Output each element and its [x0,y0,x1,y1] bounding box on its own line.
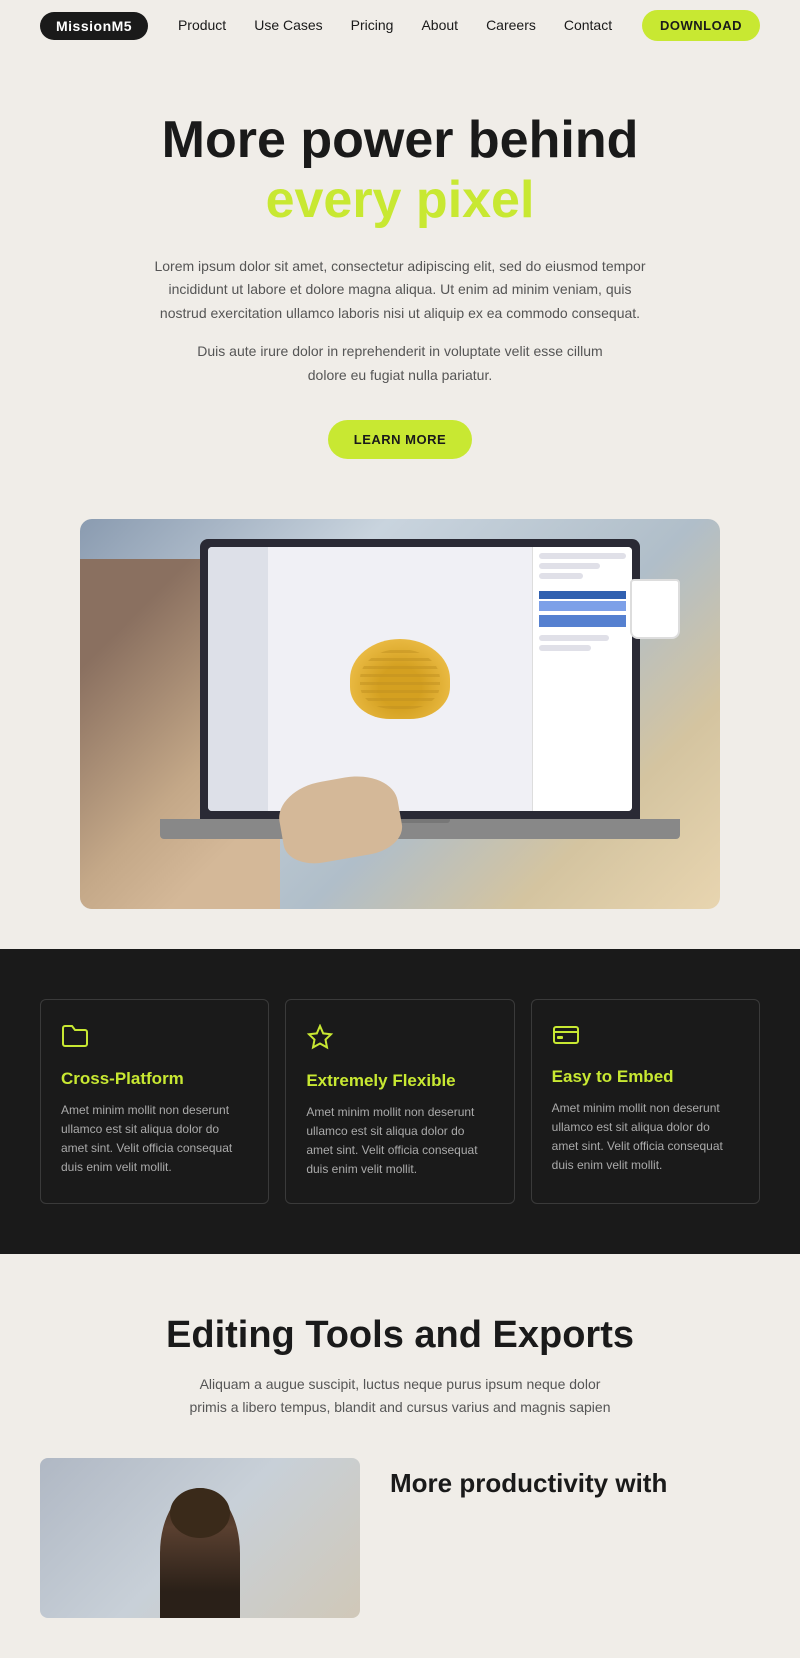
feature-card-cross-platform: Cross-Platform Amet minim mollit non des… [40,999,269,1205]
hero-description: Lorem ipsum dolor sit amet, consectetur … [150,255,650,326]
tools-text: More productivity with [390,1458,760,1499]
feature-card-flexible: Extremely Flexible Amet minim mollit non… [285,999,514,1205]
screen-app-ui [208,547,632,811]
nav-item-product[interactable]: Product [178,17,226,35]
hero-description2: Duis aute irure dolor in reprehenderit i… [190,340,610,388]
panel-line-4 [539,635,609,641]
nav-item-contact[interactable]: Contact [564,17,612,35]
hero-section: More power behind every pixel Lorem ipsu… [0,51,800,499]
panel-chart [539,587,626,627]
hero-headline: More power behind every pixel [80,111,720,231]
tools-content: More productivity with [40,1458,760,1618]
features-section: Cross-Platform Amet minim mollit non des… [0,949,800,1255]
panel-line-1 [539,553,626,559]
panel-line-3 [539,573,583,579]
laptop-base [160,819,680,839]
nav-logo[interactable]: MissionM5 [40,12,148,40]
feature-title-flexible: Extremely Flexible [306,1071,493,1091]
star-icon [306,1024,493,1057]
download-button[interactable]: DOWNLOAD [642,10,760,41]
feature-title-embed: Easy to Embed [552,1067,739,1087]
feature-card-embed: Easy to Embed Amet minim mollit non dese… [531,999,760,1205]
tools-description: Aliquam a augue suscipit, luctus neque p… [180,1373,620,1418]
screen-main [268,547,532,811]
learn-more-button[interactable]: LEARN MORE [328,420,472,459]
tools-heading: Editing Tools and Exports [40,1314,760,1357]
tools-person [160,1488,240,1618]
panel-line-5 [539,645,591,651]
nav-links: Product Use Cases Pricing About Careers … [178,17,612,35]
feature-desc-flexible: Amet minim mollit non deserunt ullamco e… [306,1103,493,1180]
mug [630,579,680,639]
folder-icon [61,1024,248,1055]
panel-line-2 [539,563,600,569]
feature-desc-embed: Amet minim mollit non deserunt ullamco e… [552,1099,739,1176]
laptop-screen [200,539,640,819]
laptop-screen-inner [208,547,632,811]
card-icon [552,1024,739,1053]
hero-image [80,519,720,909]
nav-item-careers[interactable]: Careers [486,17,536,35]
hero-image-wrapper [0,499,800,909]
navbar: MissionM5 Product Use Cases Pricing Abou… [0,0,800,51]
nav-item-about[interactable]: About [421,17,458,35]
nav-item-pricing[interactable]: Pricing [351,17,394,35]
cake-object [350,639,450,719]
screen-sidebar [208,547,268,811]
screen-panel [532,547,632,811]
features-grid: Cross-Platform Amet minim mollit non des… [40,999,760,1205]
tools-section: Editing Tools and Exports Aliquam a augu… [0,1254,800,1658]
nav-item-use-cases[interactable]: Use Cases [254,17,322,35]
feature-title-cross-platform: Cross-Platform [61,1069,248,1089]
feature-desc-cross-platform: Amet minim mollit non deserunt ullamco e… [61,1101,248,1178]
tools-subheading: More productivity with [390,1468,760,1499]
tools-image [40,1458,360,1618]
